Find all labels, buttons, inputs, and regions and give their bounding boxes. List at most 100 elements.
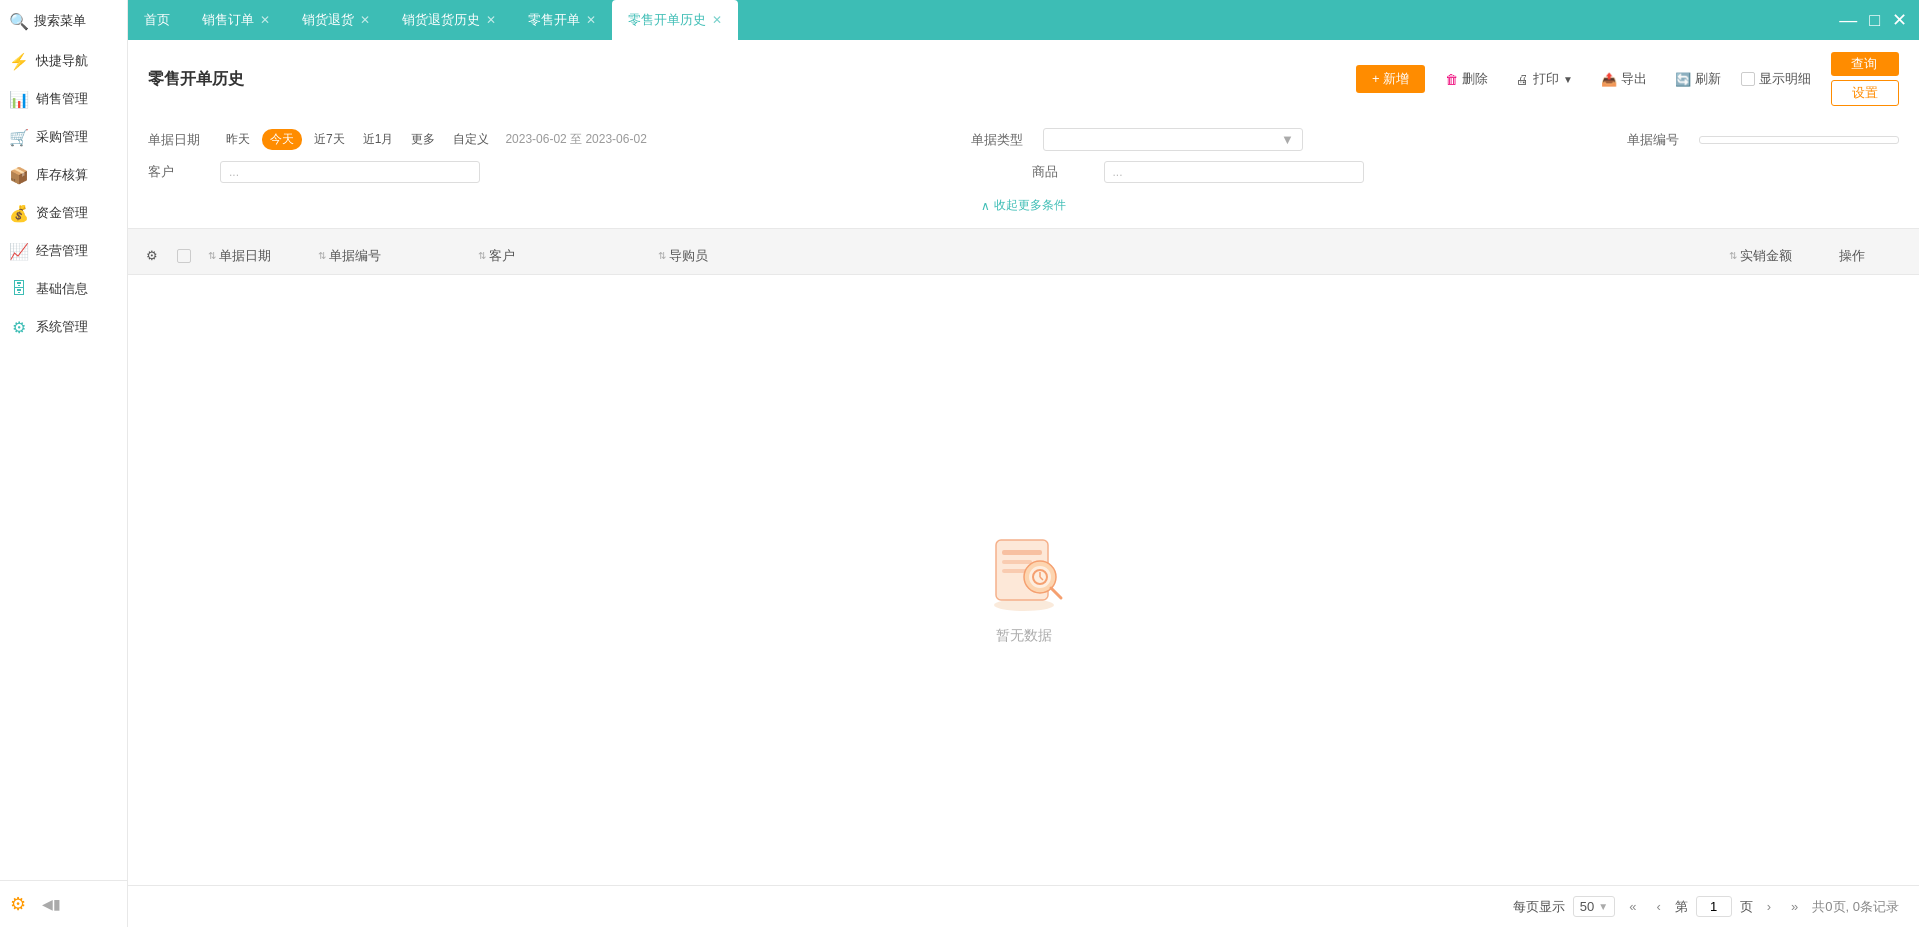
close-window-button[interactable]: ✕: [1892, 9, 1907, 31]
svg-line-7: [1051, 588, 1061, 598]
svg-rect-3: [1002, 560, 1032, 564]
page-total: 共0页, 0条记录: [1812, 898, 1899, 916]
tab-sales-return-history-label: 销货退货历史: [402, 11, 480, 29]
table-settings-icon[interactable]: ⚙: [146, 248, 158, 263]
th-client[interactable]: ⇅ 客户: [470, 247, 650, 265]
print-button[interactable]: 🖨 打印 ▼: [1508, 66, 1581, 92]
sidebar-item-label: 快捷导航: [36, 52, 88, 70]
th-date[interactable]: ⇅ 单据日期: [200, 247, 310, 265]
pagination: 每页显示 50 ▼ « ‹ 第 页 › » 共0页, 0条记录: [128, 885, 1919, 927]
collapse-sidebar-icon[interactable]: ◀▮: [42, 896, 61, 912]
search-icon: 🔍: [10, 12, 28, 30]
th-checkbox[interactable]: [168, 249, 200, 263]
collapse-filter-bar[interactable]: ∧ 收起更多条件: [148, 193, 1899, 218]
inventory-icon: 📦: [10, 166, 28, 184]
display-detail-toggle[interactable]: 显示明细: [1741, 70, 1811, 88]
type-filter-select[interactable]: ▼: [1043, 128, 1303, 151]
type-filter-label: 单据类型: [971, 131, 1027, 149]
sidebar-item-purchase-mgmt[interactable]: 🛒 采购管理: [0, 118, 127, 156]
goods-filter-label: 商品: [1032, 163, 1088, 181]
th-number[interactable]: ⇅ 单据编号: [310, 247, 470, 265]
sidebar-item-sys-mgmt[interactable]: ⚙ 系统管理: [0, 308, 127, 346]
th-date-sort-icon: ⇅: [208, 250, 216, 261]
quick-nav-icon: ⚡: [10, 52, 28, 70]
prev-page-button[interactable]: ‹: [1650, 897, 1666, 916]
goods-filter-input[interactable]: ...: [1104, 161, 1364, 183]
date-btn-custom[interactable]: 自定义: [447, 129, 495, 150]
delete-button[interactable]: 🗑 删除: [1437, 66, 1496, 92]
tab-sales-return-history[interactable]: 销货退货历史 ✕: [386, 0, 512, 40]
tab-retail-open-close[interactable]: ✕: [586, 13, 596, 27]
tab-sales-order-label: 销售订单: [202, 11, 254, 29]
export-icon: 📤: [1601, 72, 1617, 87]
sys-mgmt-icon: ⚙: [10, 318, 28, 336]
sidebar: 🔍 搜索菜单 ⚡ 快捷导航 📊 销售管理 🛒 采购管理 📦 库存核算 💰 资金管…: [0, 0, 128, 927]
select-all-checkbox[interactable]: [177, 249, 191, 263]
tab-retail-open[interactable]: 零售开单 ✕: [512, 0, 612, 40]
settings-button[interactable]: 设置: [1831, 80, 1899, 106]
client-filter-input[interactable]: ...: [220, 161, 480, 183]
tab-retail-history[interactable]: 零售开单历史 ✕: [612, 0, 738, 40]
th-amount[interactable]: ⇅ 实销金额: [1721, 247, 1831, 265]
sidebar-bottom: ⚙ ◀▮: [0, 880, 127, 927]
number-filter-input[interactable]: [1699, 136, 1899, 144]
svg-rect-2: [1002, 550, 1042, 555]
maximize-button[interactable]: □: [1869, 10, 1880, 31]
minimize-button[interactable]: —: [1839, 10, 1857, 31]
page-header: 零售开单历史 + 新增 🗑 删除 🖨 打印 ▼ 📤 导出: [128, 40, 1919, 229]
checkbox-display-detail[interactable]: [1741, 72, 1755, 86]
page-input[interactable]: [1696, 896, 1732, 917]
tab-sales-order[interactable]: 销售订单 ✕: [186, 0, 286, 40]
tab-sales-return-history-close[interactable]: ✕: [486, 13, 496, 27]
tab-sales-return-close[interactable]: ✕: [360, 13, 370, 27]
sidebar-item-business[interactable]: 📈 经营管理: [0, 232, 127, 270]
add-button[interactable]: + 新增: [1356, 65, 1425, 93]
sidebar-search[interactable]: 🔍 搜索菜单: [0, 0, 127, 42]
date-btn-yesterday[interactable]: 昨天: [220, 129, 256, 150]
sidebar-item-label: 库存核算: [36, 166, 88, 184]
first-page-button[interactable]: «: [1623, 897, 1642, 916]
sidebar-item-base-info[interactable]: 🗄 基础信息: [0, 270, 127, 308]
toolbar: + 新增 🗑 删除 🖨 打印 ▼ 📤 导出 🔄: [1356, 52, 1899, 106]
tabbar: 首页 销售订单 ✕ 销货退货 ✕ 销货退货历史 ✕ 零售开单 ✕ 零售开单历史 …: [128, 0, 1919, 40]
date-btn-more[interactable]: 更多: [405, 129, 441, 150]
goods-dots: ...: [1113, 165, 1123, 179]
next-page-button[interactable]: ›: [1761, 897, 1777, 916]
refresh-icon: 🔄: [1675, 72, 1691, 87]
th-op: 操作: [1831, 247, 1911, 265]
tab-sales-return-label: 销货退货: [302, 11, 354, 29]
th-guide-sort-icon: ⇅: [658, 250, 666, 261]
settings-bottom-icon[interactable]: ⚙: [10, 893, 26, 915]
th-amount-sort-icon: ⇅: [1729, 250, 1737, 261]
query-settings-group: 查询 设置: [1831, 52, 1899, 106]
tab-home[interactable]: 首页: [128, 0, 186, 40]
date-buttons: 昨天 今天 近7天 近1月 更多 自定义 2023-06-02 至 2023-0…: [220, 129, 647, 150]
sidebar-item-label: 系统管理: [36, 318, 88, 336]
type-select-arrow: ▼: [1281, 132, 1294, 147]
sidebar-item-inventory[interactable]: 📦 库存核算: [0, 156, 127, 194]
th-settings[interactable]: ⚙: [136, 248, 168, 263]
export-button[interactable]: 📤 导出: [1593, 66, 1655, 92]
collapse-icon: ∧: [981, 199, 990, 213]
sidebar-item-finance[interactable]: 💰 资金管理: [0, 194, 127, 232]
query-button[interactable]: 查询: [1831, 52, 1899, 76]
per-page-select[interactable]: 50 ▼: [1573, 896, 1615, 917]
tab-retail-open-label: 零售开单: [528, 11, 580, 29]
tab-sales-return[interactable]: 销货退货 ✕: [286, 0, 386, 40]
last-page-button[interactable]: »: [1785, 897, 1804, 916]
refresh-button[interactable]: 🔄 刷新: [1667, 66, 1729, 92]
tab-sales-order-close[interactable]: ✕: [260, 13, 270, 27]
sidebar-item-sales-mgmt[interactable]: 📊 销售管理: [0, 80, 127, 118]
date-btn-today[interactable]: 今天: [262, 129, 302, 150]
sidebar-item-quick-nav[interactable]: ⚡ 快捷导航: [0, 42, 127, 80]
tab-retail-history-close[interactable]: ✕: [712, 13, 722, 27]
sidebar-item-label: 采购管理: [36, 128, 88, 146]
page-suffix: 页: [1740, 898, 1753, 916]
date-btn-1month[interactable]: 近1月: [357, 129, 400, 150]
svg-point-0: [994, 599, 1054, 611]
th-guide[interactable]: ⇅ 导购员: [650, 247, 750, 265]
date-btn-7days[interactable]: 近7天: [308, 129, 351, 150]
per-page-label: 每页显示: [1513, 898, 1565, 916]
number-filter-label: 单据编号: [1627, 131, 1683, 149]
empty-text: 暂无数据: [996, 627, 1052, 645]
